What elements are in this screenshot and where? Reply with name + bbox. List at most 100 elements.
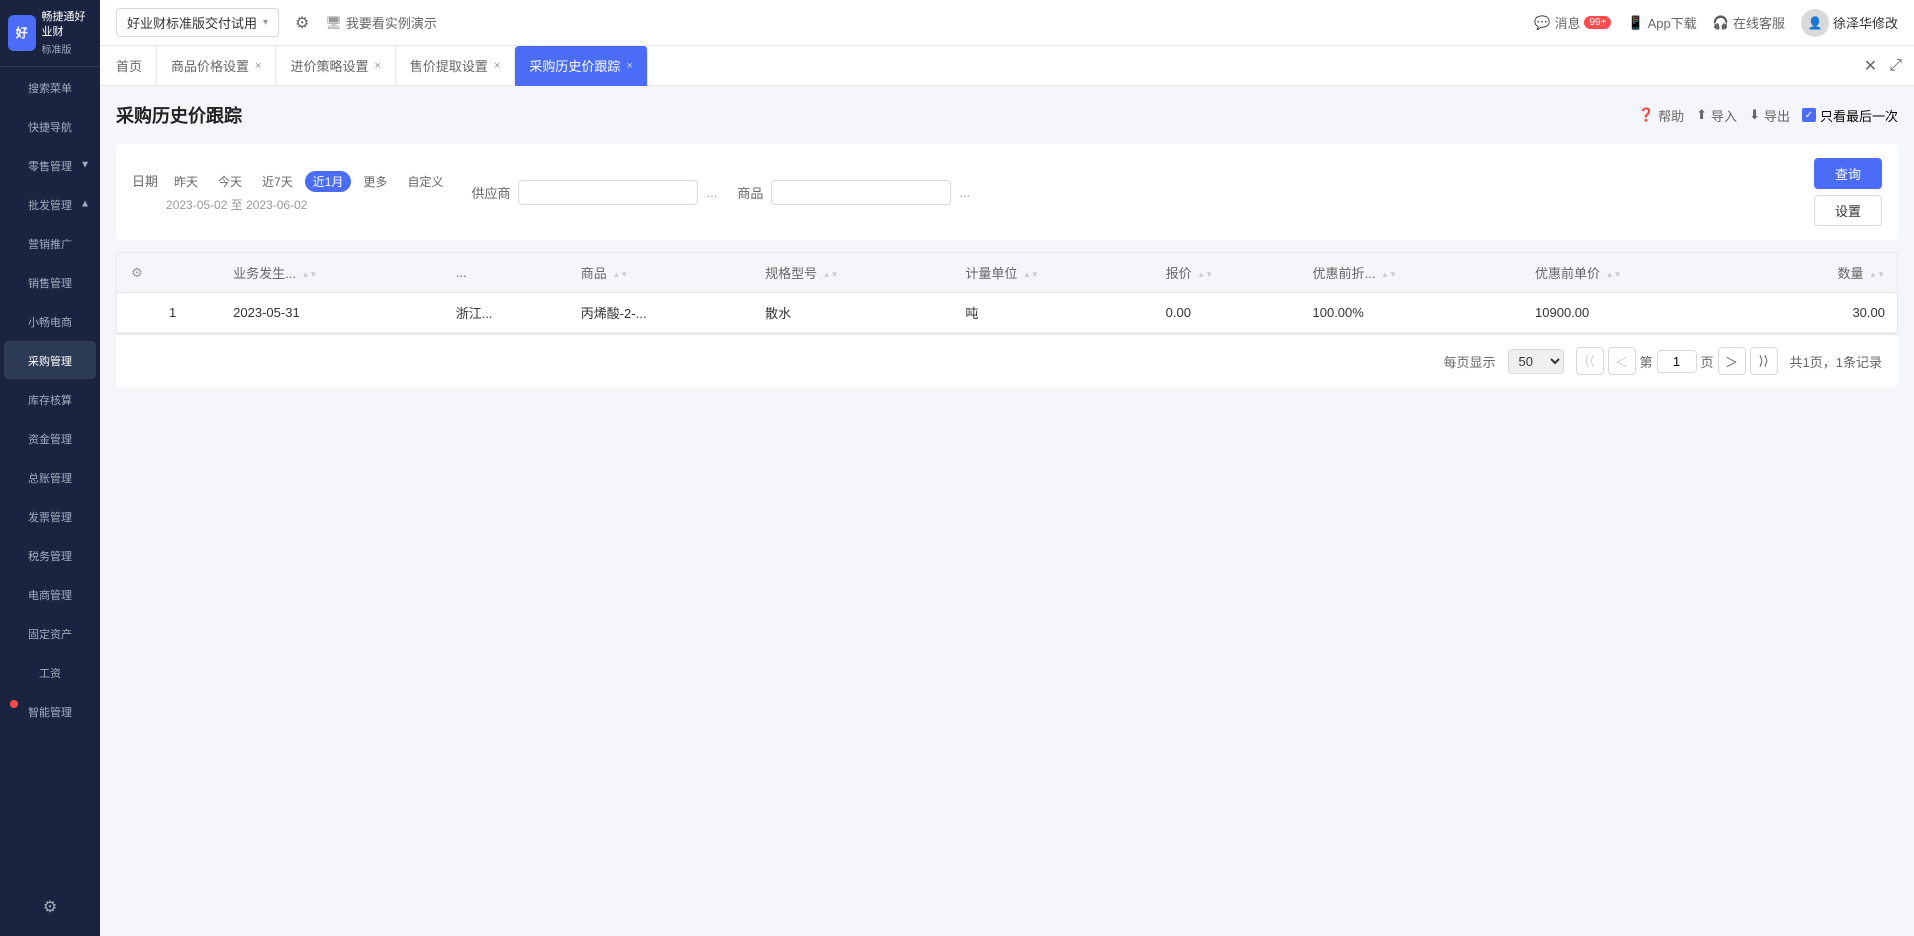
version-selector[interactable]: 好业财标准版交付试用 ▾ xyxy=(116,8,279,37)
col-header-price[interactable]: 报价 ▲▼ xyxy=(1154,253,1301,293)
tab-1[interactable]: 商品价格设置× xyxy=(157,46,276,86)
tab-2[interactable]: 进价策略设置× xyxy=(276,46,395,86)
col-header-date[interactable]: 业务发生... ▲▼ xyxy=(221,253,444,293)
sidebar-item-10[interactable]: 总账管理 xyxy=(4,458,96,496)
logo-badge: 标准版 xyxy=(42,41,92,56)
col-header-before-price[interactable]: 优惠前单价 ▲▼ xyxy=(1523,253,1750,293)
sidebar-item-label-16: 智能管理 xyxy=(28,704,72,720)
tab-maximize-button[interactable]: ⤢ xyxy=(1885,53,1906,79)
sidebar-settings[interactable]: ⚙ xyxy=(8,887,92,927)
tab-close-2[interactable]: × xyxy=(374,60,380,72)
import-icon: ⬆ xyxy=(1696,107,1707,123)
demo-link[interactable]: 🖥 我要看实例演示 xyxy=(325,13,437,32)
sidebar-item-16[interactable]: 智能管理 xyxy=(4,692,96,730)
demo-link-text: 我要看实例演示 xyxy=(346,13,437,32)
sidebar-item-8[interactable]: 库存核算 xyxy=(4,380,96,418)
chevron-down-icon: ▾ xyxy=(263,17,268,28)
tab-label-0: 首页 xyxy=(116,56,142,75)
sidebar-item-6[interactable]: 小畅电商 xyxy=(4,302,96,340)
settings-button[interactable]: 设置 xyxy=(1814,195,1882,226)
only-last-checkbox[interactable]: ✓ 只看最后一次 xyxy=(1802,106,1898,125)
monitor-icon: 🖥 xyxy=(325,15,342,31)
cell-row-action-0 xyxy=(117,293,157,333)
page-title: 采购历史价跟踪 xyxy=(116,102,242,128)
date-range-display: 2023-05-02 至 2023-06-02 xyxy=(166,196,451,213)
sidebar-item-0[interactable]: 搜索菜单 xyxy=(4,68,96,106)
header-settings-button[interactable]: ⚙ xyxy=(291,9,313,37)
col-header-spec[interactable]: 规格型号 ▲▼ xyxy=(753,253,953,293)
tab-close-all-button[interactable]: ✕ xyxy=(1860,52,1881,80)
sidebar-item-3[interactable]: 批发管理▲ xyxy=(4,185,96,223)
app-download-action[interactable]: 📱 App下载 xyxy=(1627,13,1696,32)
product-filter-label: 商品 xyxy=(737,183,763,202)
date-option-1month[interactable]: 近1月 xyxy=(305,171,352,192)
tab-0[interactable]: 首页 xyxy=(116,46,157,86)
col-header-index xyxy=(157,253,221,293)
import-button[interactable]: ⬆ 导入 xyxy=(1696,106,1737,125)
page-first-button[interactable]: ⟨⟨ xyxy=(1576,347,1604,375)
page-suffix-label: 页 xyxy=(1701,352,1714,371)
product-input[interactable] xyxy=(771,180,951,205)
date-option-yesterday[interactable]: 昨天 xyxy=(166,171,206,192)
sidebar-item-9[interactable]: 资金管理 xyxy=(4,419,96,457)
col-header-quantity[interactable]: 数量 ▲▼ xyxy=(1750,253,1897,293)
product-ellipsis-button[interactable]: ... xyxy=(959,185,970,200)
sidebar-item-12[interactable]: 税务管理 xyxy=(4,536,96,574)
sort-icon-discount: ▲▼ xyxy=(1381,270,1397,279)
data-table: ⚙ 业务发生... ▲▼ ... 商品 ▲▼ 规格型号 xyxy=(117,253,1897,333)
column-settings-icon[interactable]: ⚙ xyxy=(131,265,143,280)
data-table-container: ⚙ 业务发生... ▲▼ ... 商品 ▲▼ 规格型号 xyxy=(116,252,1898,334)
online-service-label: 在线客服 xyxy=(1733,13,1785,32)
date-option-7days[interactable]: 近7天 xyxy=(254,171,301,192)
sidebar-item-5[interactable]: 销售管理 xyxy=(4,263,96,301)
date-options: 昨天 今天 近7天 近1月 更多 自定义 xyxy=(166,171,451,192)
sidebar-item-15[interactable]: 工资 xyxy=(4,653,96,691)
date-option-custom[interactable]: 自定义 xyxy=(399,171,451,192)
tab-close-4[interactable]: × xyxy=(626,60,632,72)
message-icon: 💬 xyxy=(1534,15,1550,31)
help-button[interactable]: ❓ 帮助 xyxy=(1638,106,1684,125)
logo-text: 畅捷通好业财 xyxy=(42,10,92,41)
sidebar-item-label-13: 电商管理 xyxy=(28,587,72,603)
date-option-today[interactable]: 今天 xyxy=(210,171,250,192)
sidebar-item-label-2: 零售管理 xyxy=(28,158,72,174)
sidebar-item-13[interactable]: 电商管理 xyxy=(4,575,96,613)
tab-close-1[interactable]: × xyxy=(255,60,261,72)
sidebar-item-label-10: 总账管理 xyxy=(28,470,72,486)
sidebar-item-2[interactable]: 零售管理▼ xyxy=(4,146,96,184)
filter-area: 日期 昨天 今天 近7天 近1月 更多 自定义 2023-05-02 至 202… xyxy=(116,144,1898,240)
tab-4[interactable]: 采购历史价跟踪× xyxy=(515,46,647,86)
message-label: 消息 xyxy=(1554,13,1580,32)
page-header: 采购历史价跟踪 ❓ 帮助 ⬆ 导入 ⬇ 导出 ✓ 只看最后一次 xyxy=(116,102,1898,128)
tab-close-3[interactable]: × xyxy=(494,60,500,72)
sidebar-item-4[interactable]: 营销推广 xyxy=(4,224,96,262)
supplier-input[interactable] xyxy=(518,180,698,205)
product-filter-group: 商品 ... xyxy=(737,180,970,205)
page-last-button[interactable]: ⟩⟩ xyxy=(1750,347,1778,375)
page-next-button[interactable]: ＞ xyxy=(1718,347,1746,375)
sidebar-item-7[interactable]: 采购管理 xyxy=(4,341,96,379)
date-option-more[interactable]: 更多 xyxy=(355,171,395,192)
col-header-discount[interactable]: 优惠前折... ▲▼ xyxy=(1301,253,1524,293)
page-prev-button[interactable]: ＜ xyxy=(1608,347,1636,375)
table-row: 1 2023-05-31 浙江... 丙烯酸-2-... 散水 吨 0.00 1… xyxy=(117,293,1897,333)
sidebar-item-label-15: 工资 xyxy=(39,665,61,681)
export-label: 导出 xyxy=(1764,106,1790,125)
sidebar-item-11[interactable]: 发票管理 xyxy=(4,497,96,535)
user-profile[interactable]: 👤 徐泽华修改 xyxy=(1801,9,1898,37)
col-header-unit[interactable]: 计量单位 ▲▼ xyxy=(953,253,1153,293)
page-size-select[interactable]: 50 100 xyxy=(1508,349,1564,374)
supplier-ellipsis-button[interactable]: ... xyxy=(706,185,717,200)
col-header-product[interactable]: 商品 ▲▼ xyxy=(569,253,753,293)
export-button[interactable]: ⬇ 导出 xyxy=(1749,106,1790,125)
help-icon: ❓ xyxy=(1638,107,1654,123)
sort-icon-before-price: ▲▼ xyxy=(1606,270,1622,279)
online-service-action[interactable]: 🎧 在线客服 xyxy=(1713,13,1785,32)
sidebar-item-14[interactable]: 固定资产 xyxy=(4,614,96,652)
query-button[interactable]: 查询 xyxy=(1814,158,1882,189)
tab-3[interactable]: 售价提取设置× xyxy=(396,46,515,86)
page-number-input[interactable] xyxy=(1657,350,1697,373)
message-action[interactable]: 💬 消息 99+ xyxy=(1534,13,1611,32)
cell-spec-0: 散水 xyxy=(753,293,953,333)
sidebar-item-1[interactable]: 快捷导航 xyxy=(4,107,96,145)
